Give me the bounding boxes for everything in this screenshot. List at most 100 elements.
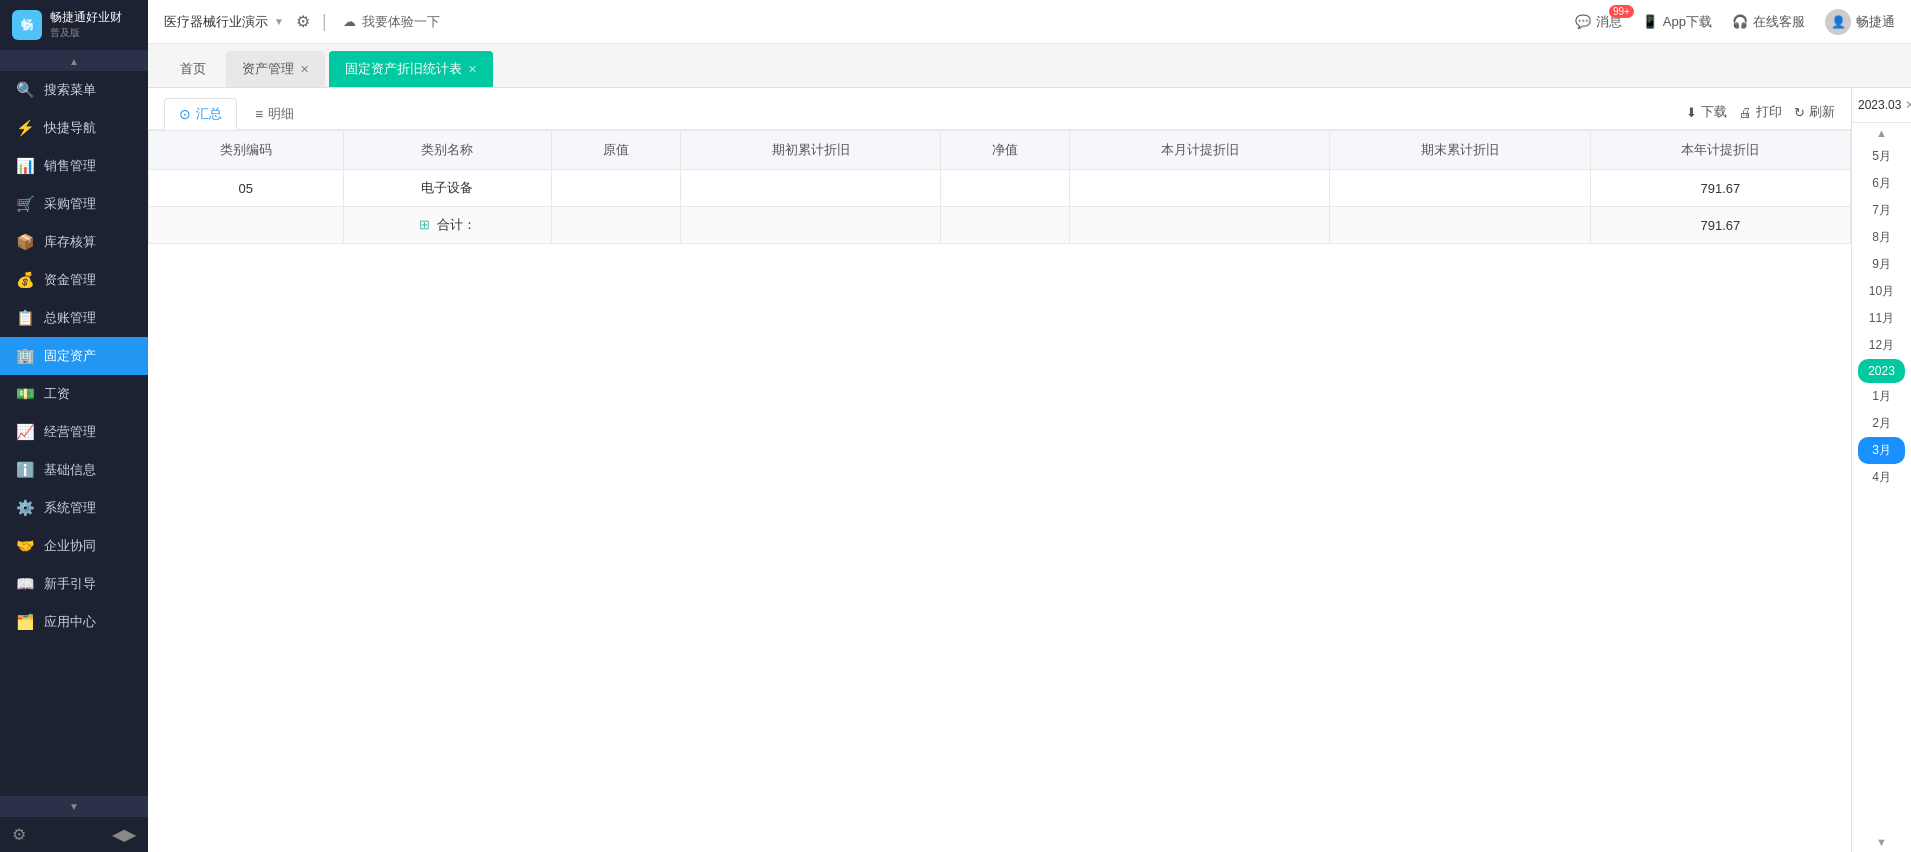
sidebar-item-quick-nav[interactable]: ⚡ 快捷导航 (0, 109, 148, 147)
tab-home[interactable]: 首页 (164, 51, 222, 87)
customer-service-label: 在线客服 (1753, 13, 1805, 31)
collapse-sidebar-icon[interactable]: ◀▶ (112, 825, 136, 844)
cell-acc-dep (681, 170, 941, 207)
sidebar-item-finance[interactable]: 💰 资金管理 (0, 261, 148, 299)
month-4[interactable]: 4月 (1852, 464, 1911, 491)
company-selector[interactable]: 医疗器械行业演示 ▼ (164, 13, 284, 31)
experience-icon: ☁ (343, 14, 356, 29)
sub-tab-detail[interactable]: ≡ 明细 (241, 99, 308, 129)
month-12[interactable]: 12月 (1852, 332, 1911, 359)
month-6[interactable]: 6月 (1852, 170, 1911, 197)
refresh-button[interactable]: ↻ 刷新 (1794, 103, 1835, 121)
avatar: 👤 (1825, 9, 1851, 35)
total-end-acc-dep (1330, 207, 1590, 244)
scroll-up-arrow: ▲ (69, 56, 79, 67)
settings-gear-icon[interactable]: ⚙ (12, 825, 26, 844)
month-2[interactable]: 2月 (1852, 410, 1911, 437)
customer-service-button[interactable]: 🎧 在线客服 (1732, 13, 1805, 31)
page-content: ⊙ 汇总 ≡ 明细 ⬇ 下载 🖨 打印 (148, 88, 1851, 852)
company-name: 医疗器械行业演示 (164, 13, 268, 31)
month-1[interactable]: 1月 (1852, 383, 1911, 410)
sidebar-item-inventory[interactable]: 📦 库存核算 (0, 223, 148, 261)
year-2023[interactable]: 2023 (1858, 359, 1905, 383)
col-header-annual-dep: 本年计提折旧 (1590, 131, 1850, 170)
total-label-cell: ⊞ 合计： (343, 207, 552, 244)
refresh-label: 刷新 (1809, 103, 1835, 121)
sidebar-item-ledger[interactable]: 📋 总账管理 (0, 299, 148, 337)
panel-scroll-down[interactable]: ▼ (1852, 832, 1911, 852)
app-title-block: 畅捷通好业财 普及版 (50, 10, 122, 40)
sidebar-item-fixed-assets[interactable]: 🏢 固定资产 (0, 337, 148, 375)
topbar-right: 💬 消息 99+ 📱 App下载 🎧 在线客服 👤 畅捷通 (1575, 9, 1895, 35)
sub-tab-summary-label: 汇总 (196, 105, 222, 123)
sidebar-item-system[interactable]: ⚙️ 系统管理 (0, 489, 148, 527)
sub-tab-summary[interactable]: ⊙ 汇总 (164, 98, 237, 130)
purchase-icon: 🛒 (16, 195, 34, 213)
sidebar-item-basic-info[interactable]: ℹ️ 基础信息 (0, 451, 148, 489)
sidebar-header: 畅 畅捷通好业财 普及版 (0, 0, 148, 51)
summary-icon: ⊙ (179, 106, 191, 122)
sidebar-item-label: 系统管理 (44, 499, 96, 517)
inventory-icon: 📦 (16, 233, 34, 251)
operations-icon: 📈 (16, 423, 34, 441)
sidebar-scroll-up[interactable]: ▲ (0, 51, 148, 71)
panel-close-button[interactable]: ✕ (1901, 94, 1911, 116)
sidebar-item-operations[interactable]: 📈 经营管理 (0, 413, 148, 451)
month-10[interactable]: 10月 (1852, 278, 1911, 305)
system-icon: ⚙️ (16, 499, 34, 517)
messages-button[interactable]: 💬 消息 99+ (1575, 13, 1622, 31)
total-annual-dep: 791.67 (1590, 207, 1850, 244)
cell-annual-dep: 791.67 (1590, 170, 1850, 207)
month-8[interactable]: 8月 (1852, 224, 1911, 251)
col-header-acc-dep: 期初累计折旧 (681, 131, 941, 170)
sidebar-item-payroll[interactable]: 💵 工资 (0, 375, 148, 413)
panel-scroll-up[interactable]: ▲ (1852, 123, 1911, 143)
tab-asset-mgmt[interactable]: 资产管理 ✕ (226, 51, 325, 87)
tab-asset-mgmt-close[interactable]: ✕ (300, 63, 309, 76)
month-7[interactable]: 7月 (1852, 197, 1911, 224)
topbar-settings-icon[interactable]: ⚙ (296, 12, 310, 31)
sidebar-item-label: 资金管理 (44, 271, 96, 289)
month-11[interactable]: 11月 (1852, 305, 1911, 332)
app-download-button[interactable]: 📱 App下载 (1642, 13, 1712, 31)
user-profile[interactable]: 👤 畅捷通 (1825, 9, 1895, 35)
sidebar-item-enterprise[interactable]: 🤝 企业协同 (0, 527, 148, 565)
month-9[interactable]: 9月 (1852, 251, 1911, 278)
tab-asset-mgmt-label: 资产管理 (242, 60, 294, 78)
month-5[interactable]: 5月 (1852, 143, 1911, 170)
sidebar-item-label: 总账管理 (44, 309, 96, 327)
depreciation-table: 类别编码 类别名称 原值 期初累计折旧 净值 本月计提折旧 期末累计折旧 本年计… (148, 130, 1851, 244)
download-button[interactable]: ⬇ 下载 (1686, 103, 1727, 121)
sidebar-item-label: 搜索菜单 (44, 81, 96, 99)
sidebar-item-guide[interactable]: 📖 新手引导 (0, 565, 148, 603)
sidebar-item-app-center[interactable]: 🗂️ 应用中心 (0, 603, 148, 641)
total-monthly-dep (1070, 207, 1330, 244)
panel-controls: ✕ ⤢ (1901, 94, 1911, 116)
sidebar: 畅 畅捷通好业财 普及版 ▲ 🔍 搜索菜单 ⚡ 快捷导航 📊 销售管理 🛒 采购… (0, 0, 148, 852)
col-header-code: 类别编码 (149, 131, 344, 170)
sidebar-item-sales[interactable]: 📊 销售管理 (0, 147, 148, 185)
search-icon: 🔍 (16, 81, 34, 99)
tabs-bar: 首页 资产管理 ✕ 固定资产折旧统计表 ✕ (148, 44, 1911, 88)
experience-button[interactable]: ☁ 我要体验一下 (343, 13, 440, 31)
topbar: 医疗器械行业演示 ▼ ⚙ | ☁ 我要体验一下 💬 消息 99+ 📱 App下载… (148, 0, 1911, 44)
sidebar-item-search[interactable]: 🔍 搜索菜单 (0, 71, 148, 109)
toolbar: ⬇ 下载 🖨 打印 ↻ 刷新 (1670, 95, 1851, 129)
cell-net-value (941, 170, 1070, 207)
total-original (552, 207, 681, 244)
tab-depreciation-report[interactable]: 固定资产折旧统计表 ✕ (329, 51, 493, 87)
sidebar-item-label: 应用中心 (44, 613, 96, 631)
app-center-icon: 🗂️ (16, 613, 34, 631)
table-row: 05 电子设备 791.67 (149, 170, 1851, 207)
tab-home-label: 首页 (180, 60, 206, 78)
messages-icon: 💬 (1575, 14, 1591, 29)
print-button[interactable]: 🖨 打印 (1739, 103, 1782, 121)
print-icon: 🖨 (1739, 105, 1752, 120)
month-3[interactable]: 3月 (1858, 437, 1905, 464)
sub-tab-detail-label: 明细 (268, 105, 294, 123)
sidebar-item-purchase[interactable]: 🛒 采购管理 (0, 185, 148, 223)
sidebar-scroll-down[interactable]: ▼ (0, 796, 148, 816)
tab-depreciation-close[interactable]: ✕ (468, 63, 477, 76)
col-header-end-acc-dep: 期末累计折旧 (1330, 131, 1590, 170)
content-area: ⊙ 汇总 ≡ 明细 ⬇ 下载 🖨 打印 (148, 88, 1911, 852)
